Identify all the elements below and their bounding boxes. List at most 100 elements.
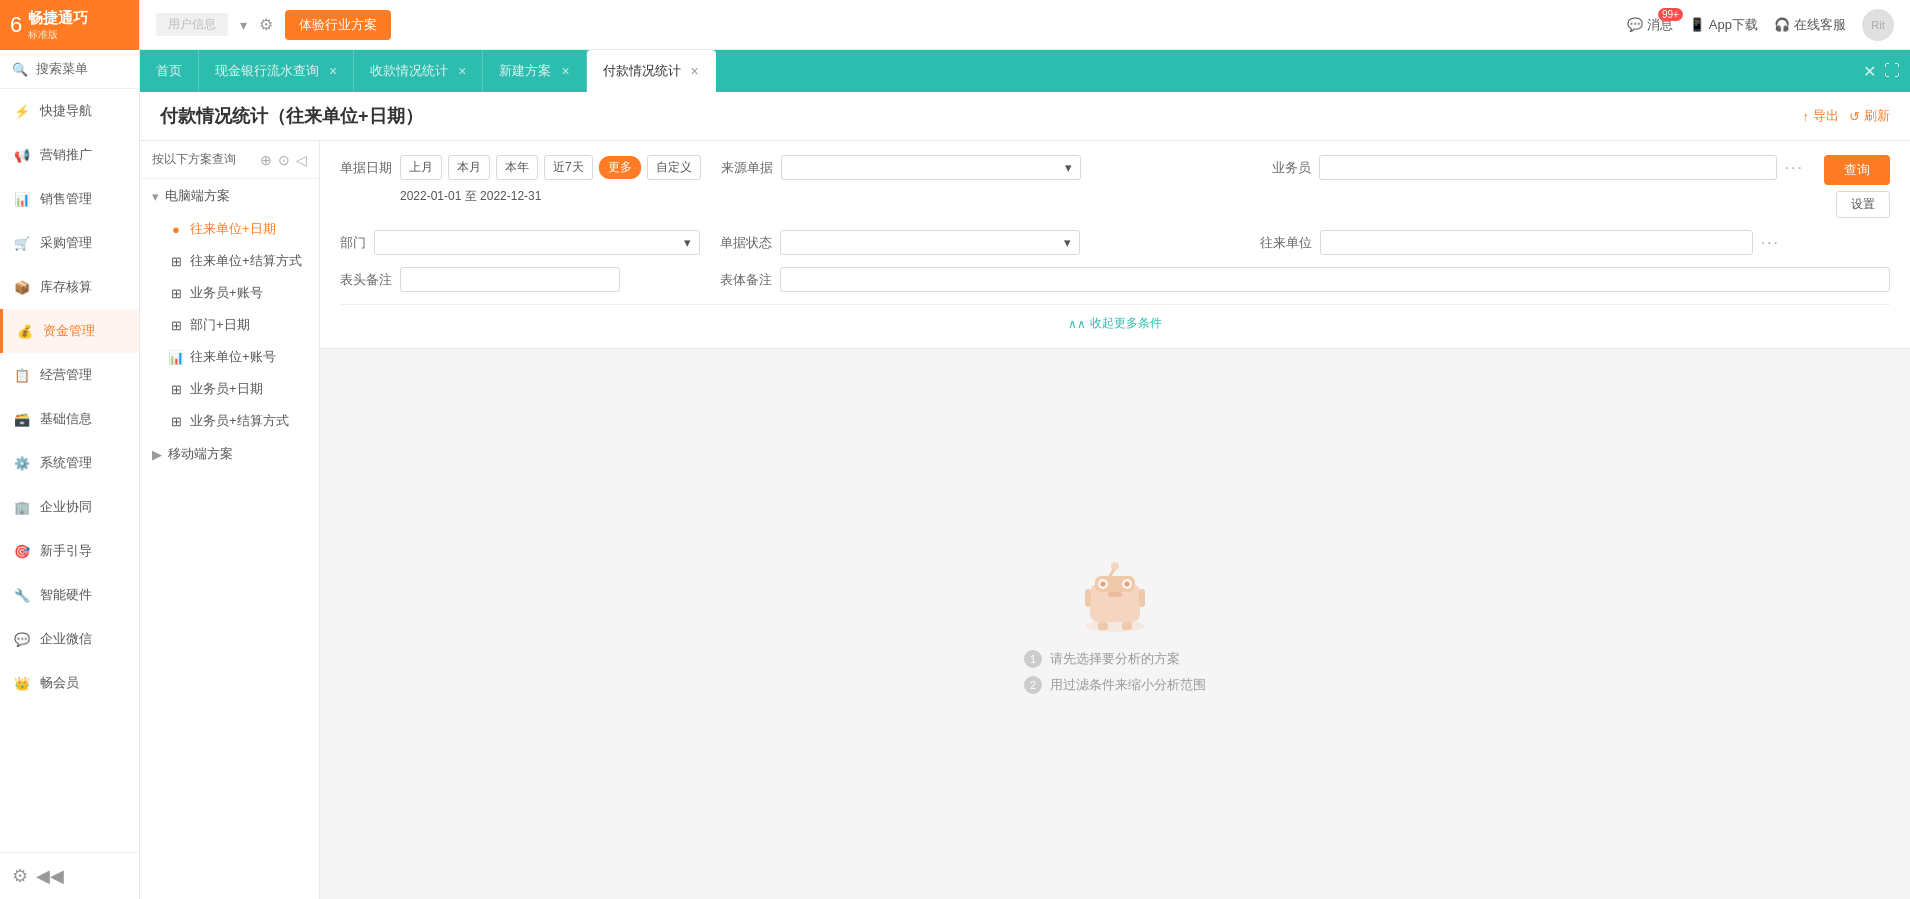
- scheme-settings-icon[interactable]: ⊙: [278, 152, 290, 168]
- sidebar-item-sales[interactable]: 📊 销售管理: [0, 177, 139, 221]
- finance-icon: 💰: [15, 321, 35, 341]
- scheme-label-staff-date: 业务员+日期: [190, 380, 263, 398]
- search-icon: 🔍: [12, 62, 28, 77]
- sidebar-item-quick-nav[interactable]: ⚡ 快捷导航: [0, 89, 139, 133]
- svg-rect-9: [1139, 589, 1145, 607]
- tab-new-scheme-close[interactable]: ×: [561, 63, 569, 79]
- table-body-note-input[interactable]: [780, 267, 1890, 292]
- sidebar-label-inventory: 库存核算: [40, 278, 92, 296]
- system-icon: ⚙️: [12, 453, 32, 473]
- partner-input[interactable]: [1320, 230, 1753, 255]
- sidebar-item-hardware[interactable]: 🔧 智能硬件: [0, 573, 139, 617]
- body-area: 按以下方案查询 ⊕ ⊙ ◁ ▾ 电脑端方案 ● 往来单位+日期 ⊞: [140, 141, 1910, 899]
- partner-dots[interactable]: ···: [1761, 234, 1780, 252]
- collapse-label: 收起更多条件: [1090, 315, 1162, 332]
- sidebar-item-basic-info[interactable]: 🗃️ 基础信息: [0, 397, 139, 441]
- dept-select[interactable]: ▾: [374, 230, 700, 255]
- staff-input[interactable]: [1319, 155, 1776, 180]
- collapse-more-btn[interactable]: ∧∧ 收起更多条件: [1068, 315, 1162, 332]
- basic-info-icon: 🗃️: [12, 409, 32, 429]
- filter-settings-btn[interactable]: 设置: [1836, 191, 1890, 218]
- search-menu[interactable]: 🔍 搜索菜单: [0, 50, 139, 89]
- mobile-category-arrow: ▶: [152, 447, 162, 462]
- scheme-item-dept-date[interactable]: ⊞ 部门+日期: [140, 309, 319, 341]
- sidebar-item-wechat[interactable]: 💬 企业微信: [0, 617, 139, 661]
- source-doc-select[interactable]: ▾: [781, 155, 1081, 180]
- sidebar-item-enterprise[interactable]: 🏢 企业协同: [0, 485, 139, 529]
- filter-row-2: 部门 ▾ 单据状态 ▾: [340, 230, 1890, 255]
- tab-new-scheme[interactable]: 新建方案 ×: [483, 50, 586, 92]
- date-btn-last-month[interactable]: 上月: [400, 155, 442, 180]
- staff-dots[interactable]: ···: [1785, 159, 1804, 177]
- doc-status-select[interactable]: ▾: [780, 230, 1080, 255]
- scheme-item-unit-date[interactable]: ● 往来单位+日期: [140, 213, 319, 245]
- scheme-item-unit-account[interactable]: 📊 往来单位+账号: [140, 341, 319, 373]
- sidebar-item-inventory[interactable]: 📦 库存核算: [0, 265, 139, 309]
- topbar-message[interactable]: 💬 消息 99+: [1627, 16, 1673, 34]
- topbar-settings-icon[interactable]: ⚙: [259, 15, 273, 34]
- date-btn-more[interactable]: 更多: [599, 156, 641, 179]
- date-btn-custom[interactable]: 自定义: [647, 155, 701, 180]
- message-badge: 99+: [1658, 8, 1683, 21]
- tab-receivable-stats[interactable]: 收款情况统计 ×: [354, 50, 483, 92]
- scheme-desktop-category[interactable]: ▾ 电脑端方案: [140, 179, 319, 213]
- empty-tip-2: 2 用过滤条件来缩小分析范围: [1024, 676, 1206, 694]
- sidebar-item-member[interactable]: 👑 畅会员: [0, 661, 139, 705]
- sidebar-item-finance[interactable]: 💰 资金管理: [0, 309, 139, 353]
- sidebar-settings-icon[interactable]: ⚙: [12, 865, 28, 887]
- trial-btn[interactable]: 体验行业方案: [285, 10, 391, 40]
- topbar-dropdown-icon[interactable]: ▾: [240, 17, 247, 33]
- tab-payment-stats[interactable]: 付款情况统计 ×: [587, 50, 716, 92]
- svg-point-5: [1101, 582, 1106, 587]
- sidebar-label-basic-info: 基础信息: [40, 410, 92, 428]
- date-btn-7days[interactable]: 近7天: [544, 155, 593, 180]
- empty-illustration: [1065, 554, 1165, 634]
- page-header: 付款情况统计（往来单位+日期） ↑ 导出 ↺ 刷新: [140, 92, 1910, 141]
- scheme-item-icon-unit-settle: ⊞: [168, 253, 184, 269]
- sidebar-label-hardware: 智能硬件: [40, 586, 92, 604]
- date-buttons: 上月 本月 本年 近7天 更多 自定义: [400, 155, 701, 180]
- sidebar-item-operations[interactable]: 📋 经营管理: [0, 353, 139, 397]
- date-label: 单据日期: [340, 155, 392, 177]
- scheme-item-icon-staff-account: ⊞: [168, 285, 184, 301]
- sidebar-item-system[interactable]: ⚙️ 系统管理: [0, 441, 139, 485]
- page-actions: ↑ 导出 ↺ 刷新: [1803, 107, 1891, 125]
- topbar-online-service[interactable]: 🎧 在线客服: [1774, 16, 1846, 34]
- topbar-avatar[interactable]: Rit: [1862, 9, 1894, 41]
- scheme-item-unit-settle[interactable]: ⊞ 往来单位+结算方式: [140, 245, 319, 277]
- tip-text-2: 用过滤条件来缩小分析范围: [1050, 676, 1206, 694]
- wechat-icon: 💬: [12, 629, 32, 649]
- tab-bank-flow-close[interactable]: ×: [329, 63, 337, 79]
- empty-tip-1: 1 请先选择要分析的方案: [1024, 650, 1206, 668]
- tab-receivable-stats-close[interactable]: ×: [458, 63, 466, 79]
- scheme-mobile-category[interactable]: ▶ 移动端方案: [140, 437, 319, 471]
- date-btn-this-month[interactable]: 本月: [448, 155, 490, 180]
- table-header-note-input[interactable]: [400, 267, 620, 292]
- export-btn[interactable]: ↑ 导出: [1803, 107, 1840, 125]
- scheme-collapse-icon[interactable]: ◁: [296, 152, 307, 168]
- topbar-app-download[interactable]: 📱 App下载: [1689, 16, 1758, 34]
- sidebar-collapse-icon[interactable]: ◀◀: [36, 865, 64, 887]
- tab-bank-flow[interactable]: 现金银行流水查询 ×: [199, 50, 354, 92]
- source-doc-arrow: ▾: [1065, 160, 1072, 175]
- date-btn-this-year[interactable]: 本年: [496, 155, 538, 180]
- tabbar-expand-icon[interactable]: ⛶: [1884, 62, 1900, 80]
- scheme-add-icon[interactable]: ⊕: [260, 152, 272, 168]
- query-btn[interactable]: 查询: [1824, 155, 1890, 185]
- sidebar-item-marketing[interactable]: 📢 营销推广: [0, 133, 139, 177]
- page-title: 付款情况统计（往来单位+日期）: [160, 104, 423, 128]
- tab-home[interactable]: 首页: [140, 50, 199, 92]
- scheme-item-icon-unit-date: ●: [168, 221, 184, 237]
- app-download-icon: 📱: [1689, 17, 1705, 32]
- scheme-item-staff-date[interactable]: ⊞ 业务员+日期: [140, 373, 319, 405]
- sidebar-label-guide: 新手引导: [40, 542, 92, 560]
- sidebar-item-guide[interactable]: 🎯 新手引导: [0, 529, 139, 573]
- topbar-right: 💬 消息 99+ 📱 App下载 🎧 在线客服 Rit: [1627, 9, 1894, 41]
- tabbar-close-icon[interactable]: ✕: [1863, 62, 1876, 81]
- refresh-btn[interactable]: ↺ 刷新: [1849, 107, 1890, 125]
- sidebar-item-purchase[interactable]: 🛒 采购管理: [0, 221, 139, 265]
- tab-payment-stats-close[interactable]: ×: [691, 63, 699, 79]
- scheme-item-staff-settle[interactable]: ⊞ 业务员+结算方式: [140, 405, 319, 437]
- scheme-item-staff-account[interactable]: ⊞ 业务员+账号: [140, 277, 319, 309]
- tab-bank-flow-label: 现金银行流水查询: [215, 62, 319, 80]
